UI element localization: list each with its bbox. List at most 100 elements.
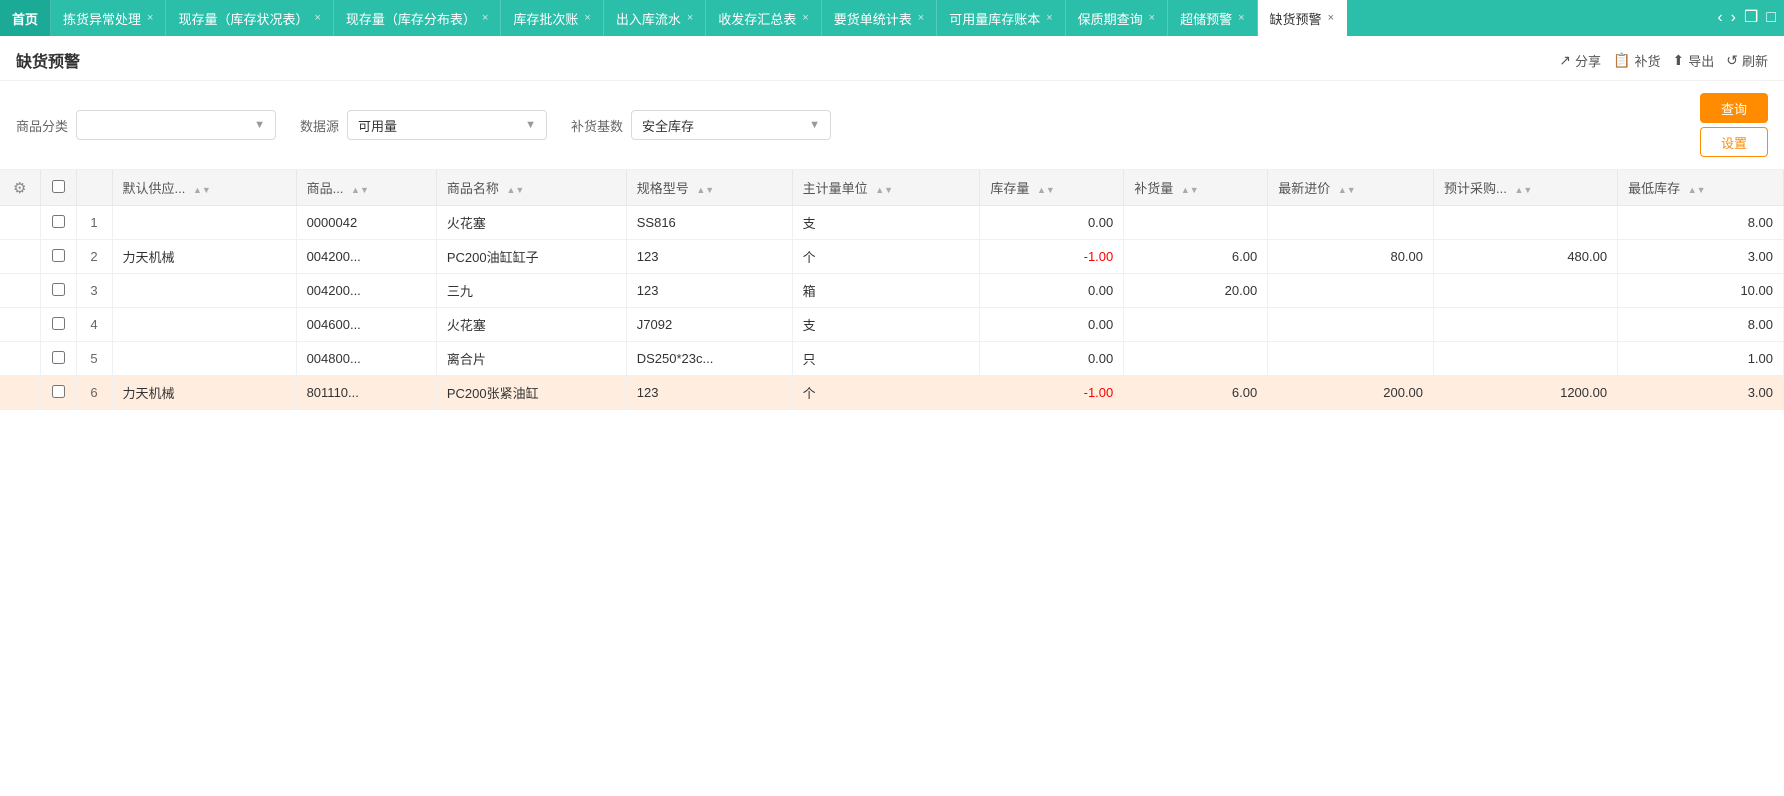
th-est-purchase-label: 预计采购... — [1444, 181, 1507, 196]
refresh-button[interactable]: ↺ 刷新 — [1726, 51, 1768, 70]
tab-available-ledger[interactable]: 可用量库存账本 × — [937, 0, 1065, 36]
product-code-cell-2: 004200... — [296, 274, 436, 308]
latest-price-sort-icon: ▲▼ — [1338, 185, 1356, 195]
tab-maximize-button[interactable]: □ — [1762, 0, 1780, 36]
tab-close-inventory-dist[interactable]: × — [482, 12, 488, 24]
tab-close-exception[interactable]: × — [147, 12, 153, 24]
table-row: 5004800...离合片DS250*23c...只0.001.00 — [0, 342, 1784, 376]
tab-inventory-dist[interactable]: 现存量（库存分布表） × — [334, 0, 501, 36]
tab-batch-account[interactable]: 库存批次账 × — [501, 0, 603, 36]
export-label: 导出 — [1688, 51, 1714, 70]
min-stock-cell-1: 3.00 — [1618, 240, 1784, 274]
tab-overstock[interactable]: 超储预警× — [1168, 0, 1257, 36]
tab-close-inout-flow[interactable]: × — [687, 12, 693, 24]
th-replenish-qty: 补货量 ▲▼ — [1124, 170, 1268, 206]
page-title: 缺货预警 — [16, 48, 80, 72]
row-checkbox-cell-1 — [40, 240, 76, 274]
tab-receive-summary[interactable]: 收发存汇总表× — [706, 0, 821, 36]
export-button[interactable]: ⬆ 导出 — [1673, 51, 1715, 70]
product-name-sort-icon: ▲▼ — [507, 185, 525, 195]
row-settings-4 — [0, 342, 40, 376]
tab-label-available-ledger: 可用量库存账本 — [949, 9, 1040, 28]
th-product-code: 商品... ▲▼ — [296, 170, 436, 206]
default-supplier-cell-5: 力天机械 — [112, 376, 296, 410]
share-button[interactable]: ↗ 分享 — [1559, 51, 1601, 70]
stock-cell-3: 0.00 — [980, 308, 1124, 342]
tab-close-receive-summary[interactable]: × — [802, 12, 808, 24]
replenish-base-label: 补货基数 — [571, 116, 623, 135]
tab-close-expiry-query[interactable]: × — [1149, 12, 1155, 24]
table-row: 6力天机械801110...PC200张紧油缸123个-1.006.00200.… — [0, 376, 1784, 410]
datasource-label: 数据源 — [300, 116, 339, 135]
tab-close-order-stats[interactable]: × — [918, 12, 924, 24]
table-body: 10000042火花塞SS816支0.008.002力天机械004200...P… — [0, 206, 1784, 410]
tab-close-inventory-status[interactable]: × — [314, 12, 320, 24]
tab-label-exception: 拣货异常处理 — [63, 9, 141, 28]
th-latest-price-label: 最新进价 — [1278, 181, 1330, 196]
product-name-cell-4: 离合片 — [436, 342, 626, 376]
replenish-button[interactable]: 📋 补货 — [1613, 51, 1660, 70]
tab-label-home: 首页 — [12, 9, 38, 28]
th-settings: ⚙ — [0, 170, 40, 206]
select-all-checkbox[interactable] — [52, 180, 65, 193]
share-label: 分享 — [1575, 51, 1601, 70]
stock-cell-1: -1.00 — [980, 240, 1124, 274]
refresh-label: 刷新 — [1742, 51, 1768, 70]
spec-sort-icon: ▲▼ — [696, 185, 714, 195]
product-name-cell-3: 火花塞 — [436, 308, 626, 342]
th-product-code-label: 商品... — [307, 181, 344, 196]
row-num-4: 5 — [76, 342, 112, 376]
replenish-base-select[interactable]: 安全库存 ▼ — [631, 110, 831, 140]
tab-shortage[interactable]: 缺货预警× — [1258, 0, 1347, 36]
tab-prev-button[interactable]: ‹ — [1713, 0, 1726, 36]
tab-inventory-status[interactable]: 现存量（库存状况表）× — [166, 0, 333, 36]
row-checkbox-0[interactable] — [52, 215, 65, 228]
share-icon: ↗ — [1559, 52, 1571, 69]
tab-label-order-stats: 要货单统计表 — [834, 9, 912, 28]
spec-cell-0: SS816 — [626, 206, 792, 240]
row-settings-0 — [0, 206, 40, 240]
row-checkbox-2[interactable] — [52, 283, 65, 296]
row-checkbox-1[interactable] — [52, 249, 65, 262]
column-settings-button[interactable]: ⚙ — [13, 179, 26, 197]
product-name-cell-2: 三九 — [436, 274, 626, 308]
th-default-supplier-label: 默认供应... — [123, 181, 186, 196]
row-num-0: 1 — [76, 206, 112, 240]
tab-close-shortage[interactable]: × — [1328, 12, 1334, 24]
tab-label-inventory-dist: 现存量（库存分布表） — [346, 9, 476, 28]
category-select[interactable]: ▼ — [76, 110, 276, 140]
latest-price-cell-2 — [1268, 274, 1434, 308]
tab-expiry-query[interactable]: 保质期查询× — [1066, 0, 1168, 36]
datasource-select[interactable]: 可用量 ▼ — [347, 110, 547, 140]
settings-button[interactable]: 设置 — [1700, 127, 1768, 157]
th-checkbox — [40, 170, 76, 206]
row-checkbox-4[interactable] — [52, 351, 65, 364]
tab-restore-button[interactable]: ❒ — [1740, 0, 1762, 36]
data-table: ⚙ 默认供应... ▲▼ 商品... ▲▼ 商品名称 — [0, 170, 1784, 410]
tab-next-button[interactable]: › — [1727, 0, 1740, 36]
tab-home[interactable]: 首页 — [0, 0, 51, 36]
th-product-name-label: 商品名称 — [447, 181, 499, 196]
tab-exception[interactable]: 拣货异常处理 × — [51, 0, 166, 36]
tab-order-stats[interactable]: 要货单统计表 × — [822, 0, 937, 36]
tab-inout-flow[interactable]: 出入库流水 × — [604, 0, 706, 36]
min-stock-cell-4: 1.00 — [1618, 342, 1784, 376]
replenish-qty-cell-2: 20.00 — [1124, 274, 1268, 308]
tab-close-batch-account[interactable]: × — [584, 12, 590, 24]
tab-label-batch-account: 库存批次账 — [513, 9, 578, 28]
est-purchase-cell-3 — [1434, 308, 1618, 342]
row-num-5: 6 — [76, 376, 112, 410]
row-checkbox-3[interactable] — [52, 317, 65, 330]
category-label: 商品分类 — [16, 116, 68, 135]
tab-close-available-ledger[interactable]: × — [1046, 12, 1052, 24]
th-latest-price: 最新进价 ▲▼ — [1268, 170, 1434, 206]
th-row-num — [76, 170, 112, 206]
tab-label-inout-flow: 出入库流水 — [616, 9, 681, 28]
row-checkbox-5[interactable] — [52, 385, 65, 398]
replenish-base-select-value: 安全库存 — [642, 116, 801, 135]
main-content: 缺货预警 ↗ 分享 📋 补货 ⬆ 导出 ↺ 刷新 商品分类 — [0, 36, 1784, 796]
query-button[interactable]: 查询 — [1700, 93, 1768, 123]
replenish-qty-sort-icon: ▲▼ — [1181, 185, 1199, 195]
tab-close-overstock[interactable]: × — [1238, 12, 1244, 24]
row-checkbox-cell-0 — [40, 206, 76, 240]
